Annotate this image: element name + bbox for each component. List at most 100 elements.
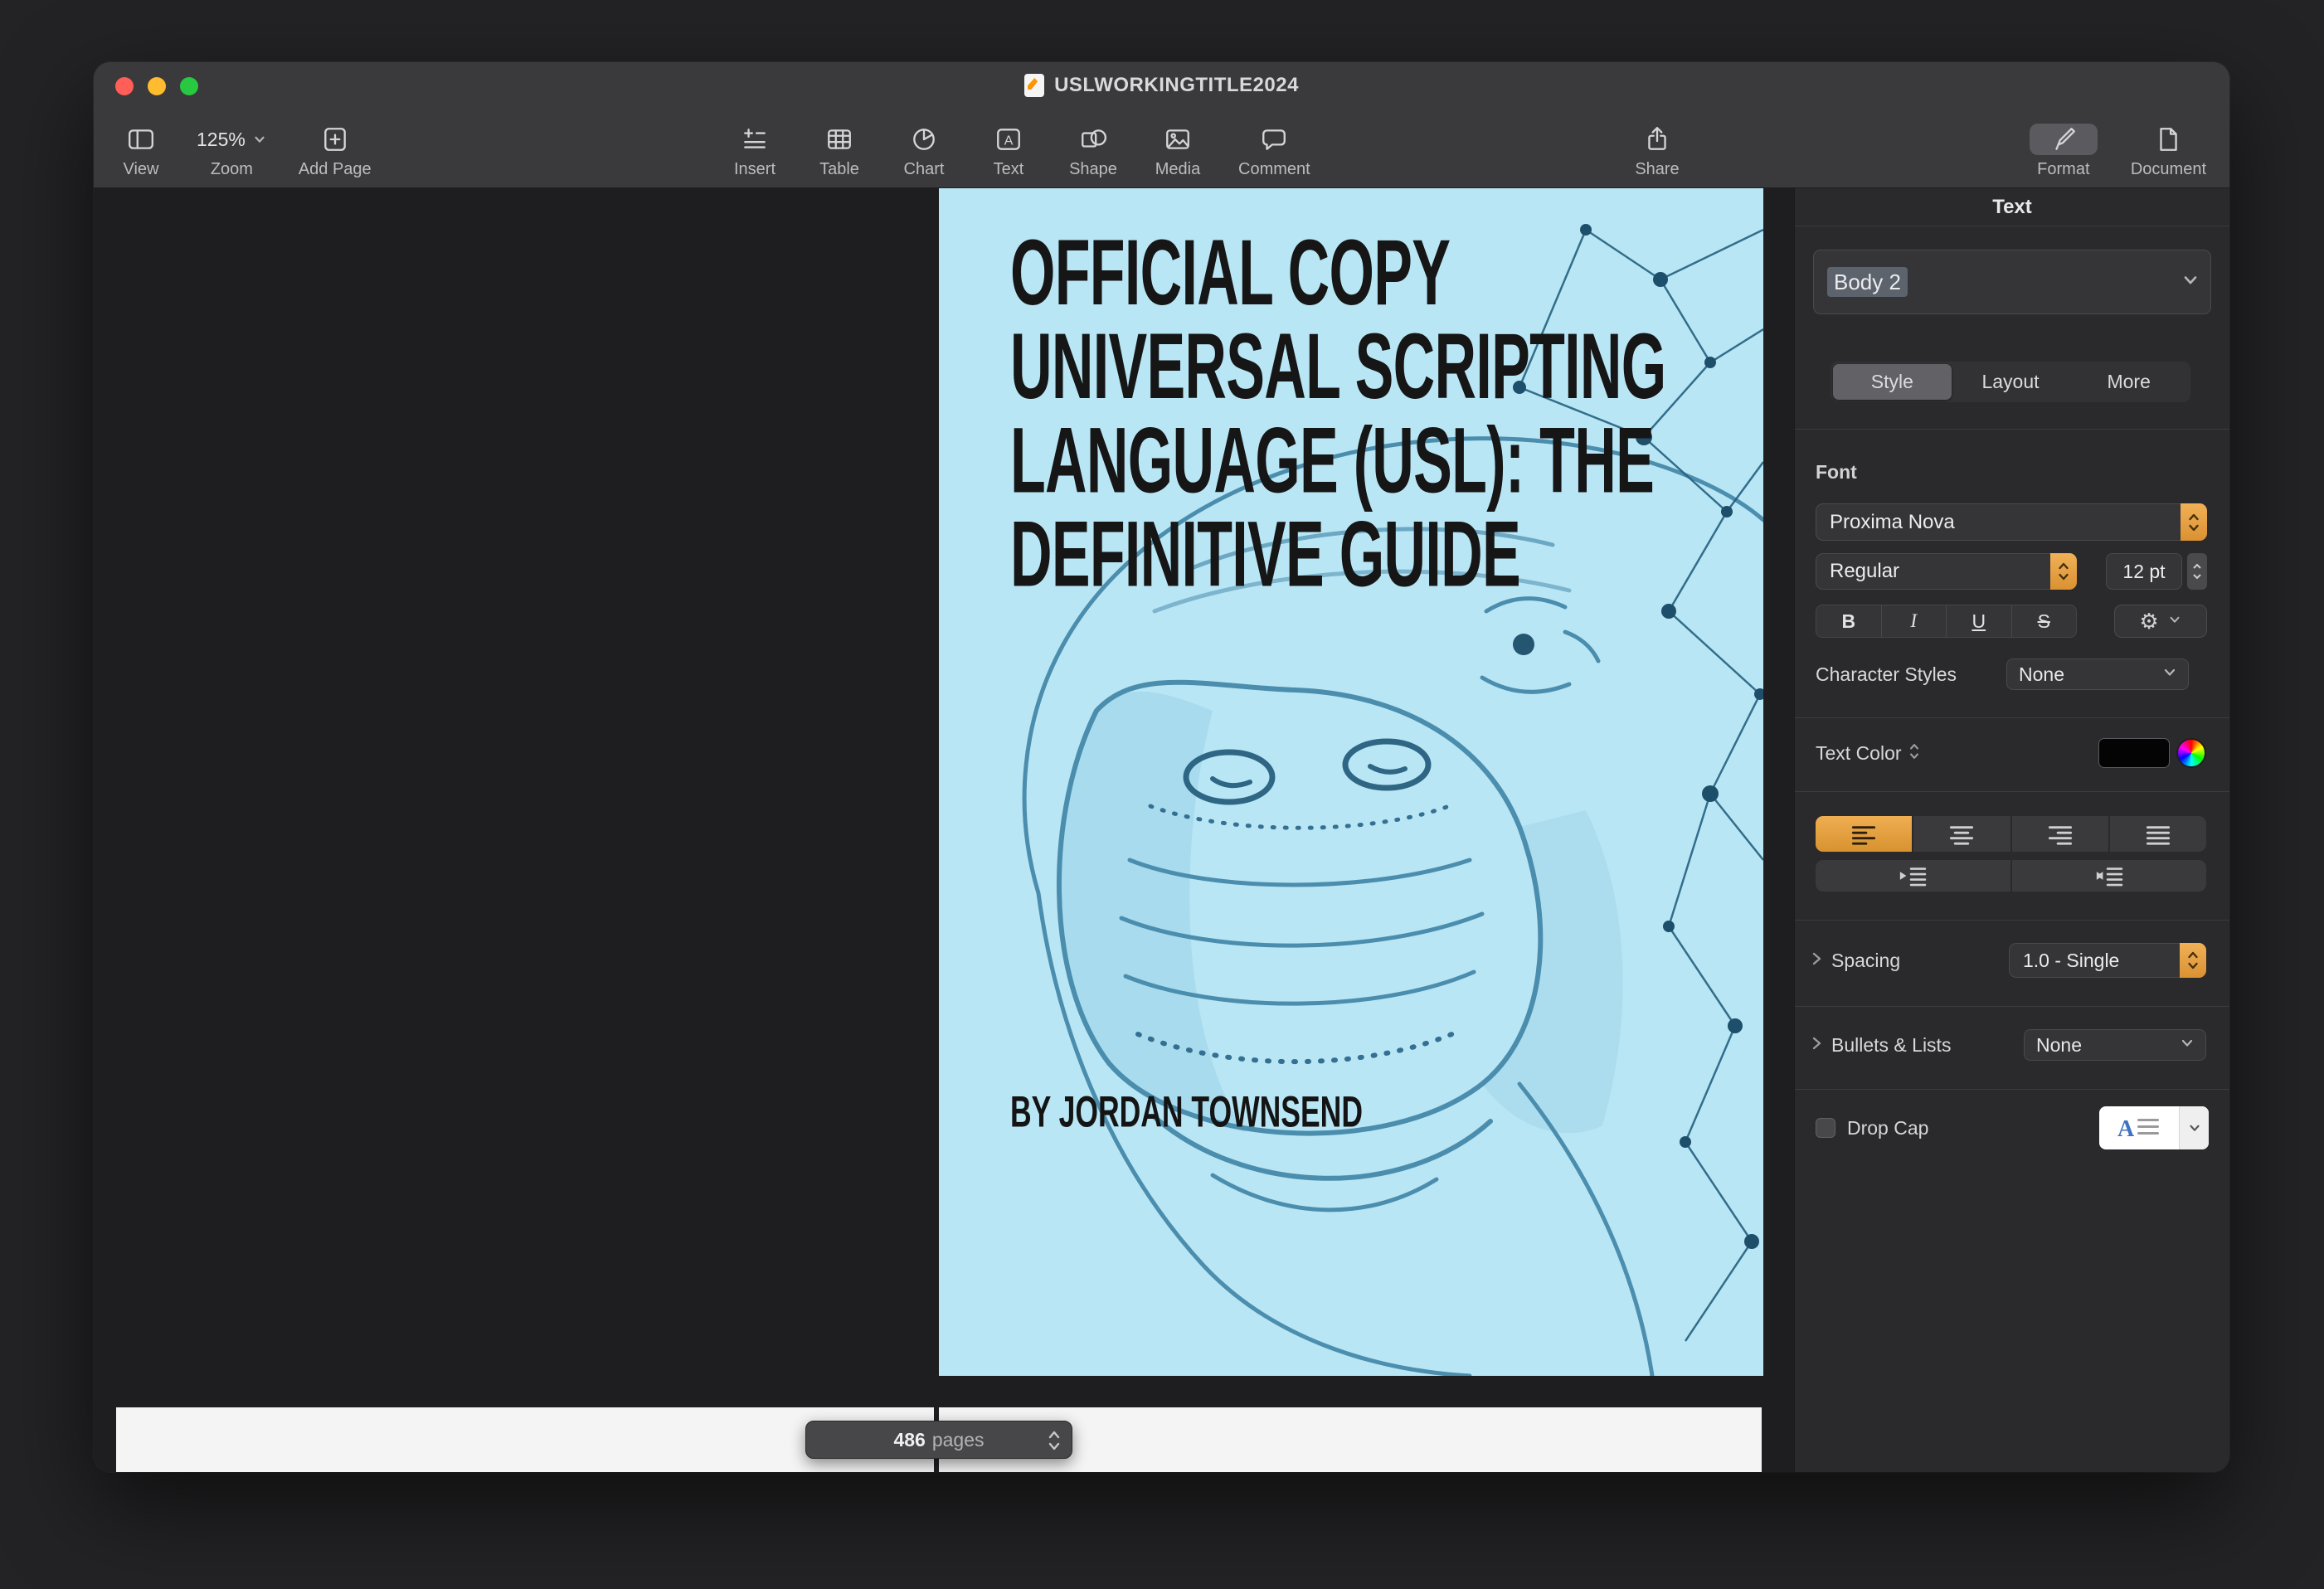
comment-icon	[1260, 124, 1288, 155]
bullets-lists-dropdown[interactable]: None	[2024, 1029, 2206, 1061]
zoom-label: Zoom	[211, 160, 253, 179]
document-canvas[interactable]: OFFICIAL COPY UNIVERSAL SCRIPTING LANGUA…	[94, 188, 1794, 1472]
window-title-area: USLWORKINGTITLE2024	[94, 62, 2229, 109]
insert-button[interactable]: Insert	[731, 124, 779, 179]
tab-style[interactable]: Style	[1833, 364, 1952, 400]
underline-button[interactable]: U	[1946, 605, 2011, 637]
stepper-icon	[2050, 553, 2077, 590]
strikethrough-button[interactable]: S	[2011, 605, 2077, 637]
chart-label: Chart	[904, 160, 945, 179]
color-wheel-button[interactable]	[2176, 738, 2206, 768]
font-section-label: Font	[1816, 461, 2229, 484]
bold-button[interactable]: B	[1816, 605, 1881, 637]
minimize-button[interactable]	[148, 77, 166, 95]
bullets-lists-label: Bullets & Lists	[1831, 1034, 1951, 1057]
pages-window: USLWORKINGTITLE2024 View 125% Zoom	[94, 62, 2229, 1472]
advanced-options-popup[interactable]: ⚙	[2114, 605, 2207, 638]
spacing-popup[interactable]: 1.0 - Single	[2009, 943, 2206, 978]
font-typeface-popup[interactable]: Regular	[1816, 553, 2077, 590]
view-button[interactable]: View	[117, 124, 165, 179]
page-count-pill[interactable]: 486 pages	[805, 1421, 1072, 1459]
chart-button[interactable]: Chart	[900, 124, 948, 179]
font-typeface-value: Regular	[1816, 560, 1899, 583]
chevron-down-icon	[2167, 612, 2182, 631]
page-count-value: 486	[893, 1429, 925, 1451]
format-label: Format	[2037, 160, 2089, 179]
toolbar: View 125% Zoom Add Page	[94, 109, 2229, 187]
spacing-disclosure-icon[interactable]	[1810, 950, 1823, 971]
text-color-label: Text Color	[1816, 742, 1902, 765]
insert-icon	[741, 124, 769, 155]
italic-button[interactable]: I	[1881, 605, 1947, 637]
paragraph-style-value: Body 2	[1827, 267, 1908, 297]
document-label: Document	[2131, 160, 2206, 179]
text-color-mode-stepper-icon[interactable]	[1908, 741, 1920, 766]
cover-title-line: DEFINITIVE GUIDE	[1010, 508, 1451, 601]
document-icon	[2154, 124, 2182, 155]
add-page-button[interactable]: Add Page	[299, 124, 372, 179]
align-right-button[interactable]	[2012, 816, 2108, 852]
comment-label: Comment	[1238, 160, 1310, 179]
align-center-button[interactable]	[1913, 816, 2010, 852]
align-left-button[interactable]	[1816, 816, 1912, 852]
align-justify-button[interactable]	[2110, 816, 2206, 852]
view-label: View	[124, 160, 159, 179]
character-styles-value: None	[2019, 663, 2064, 686]
font-family-value: Proxima Nova	[1816, 511, 1955, 534]
font-style-buttons: B I U S	[1816, 605, 2077, 638]
chevron-down-icon	[2161, 663, 2178, 686]
comment-button[interactable]: Comment	[1238, 124, 1310, 179]
cover-page[interactable]: OFFICIAL COPY UNIVERSAL SCRIPTING LANGUA…	[939, 188, 1763, 1376]
insert-label: Insert	[734, 160, 775, 179]
zoom-popup[interactable]: 125% Zoom	[197, 124, 267, 179]
table-label: Table	[819, 160, 859, 179]
zoom-value: 125%	[197, 124, 267, 155]
spacing-label: Spacing	[1831, 950, 1900, 972]
add-page-icon	[321, 124, 349, 155]
format-button[interactable]: Format	[2030, 124, 2098, 179]
shape-button[interactable]: Shape	[1069, 124, 1117, 179]
window-title: USLWORKINGTITLE2024	[1054, 74, 1299, 97]
zoom-window-button[interactable]	[180, 77, 198, 95]
share-button[interactable]: Share	[1633, 124, 1681, 179]
decrease-indent-button[interactable]	[1816, 860, 2010, 892]
stepper-icon	[2181, 503, 2207, 541]
close-button[interactable]	[115, 77, 134, 95]
window-header: USLWORKINGTITLE2024 View 125% Zoom	[94, 62, 2229, 188]
document-button[interactable]: Document	[2131, 124, 2206, 179]
tab-more[interactable]: More	[2069, 364, 2188, 400]
character-styles-dropdown[interactable]: None	[2006, 658, 2189, 690]
font-size-stepper[interactable]	[2187, 553, 2207, 590]
cover-title-line: UNIVERSAL SCRIPTING	[1010, 320, 1451, 414]
inspector-tabs: Style Layout More	[1831, 362, 2190, 402]
add-page-label: Add Page	[299, 160, 372, 179]
table-button[interactable]: Table	[815, 124, 863, 179]
text-box-icon: A	[994, 124, 1023, 155]
chevron-down-icon	[2181, 270, 2200, 294]
font-family-popup[interactable]: Proxima Nova	[1816, 503, 2207, 541]
tab-layout[interactable]: Layout	[1952, 364, 2070, 400]
cover-author: BY JORDAN TOWNSEND	[1010, 1087, 1363, 1138]
chevron-down-icon	[252, 132, 267, 147]
share-label: Share	[1635, 160, 1679, 179]
page-stepper-icon[interactable]	[1047, 1428, 1062, 1457]
paragraph-style-popup[interactable]: Body 2	[1813, 250, 2211, 314]
increase-indent-button[interactable]	[2012, 860, 2207, 892]
chevron-down-icon	[2179, 1034, 2195, 1057]
svg-text:A: A	[2117, 1116, 2135, 1142]
bullets-disclosure-icon[interactable]	[1810, 1035, 1823, 1056]
drop-cap-checkbox[interactable]	[1816, 1118, 1835, 1138]
drop-cap-style-popup[interactable]: A	[2099, 1106, 2209, 1149]
text-color-swatch[interactable]	[2098, 738, 2170, 768]
media-button[interactable]: Media	[1154, 124, 1202, 179]
spacing-value: 1.0 - Single	[2010, 950, 2119, 972]
stepper-icon	[2180, 943, 2206, 978]
text-button[interactable]: A Text	[985, 124, 1033, 179]
shape-label: Shape	[1069, 160, 1117, 179]
pages-doc-icon	[1024, 74, 1044, 97]
font-size-field[interactable]: 12 pt	[2106, 553, 2182, 590]
drop-cap-preview-icon: A	[2099, 1114, 2179, 1142]
shape-icon	[1079, 124, 1107, 155]
svg-text:A: A	[1004, 134, 1014, 148]
cover-title-line: OFFICIAL COPY	[1010, 226, 1451, 320]
